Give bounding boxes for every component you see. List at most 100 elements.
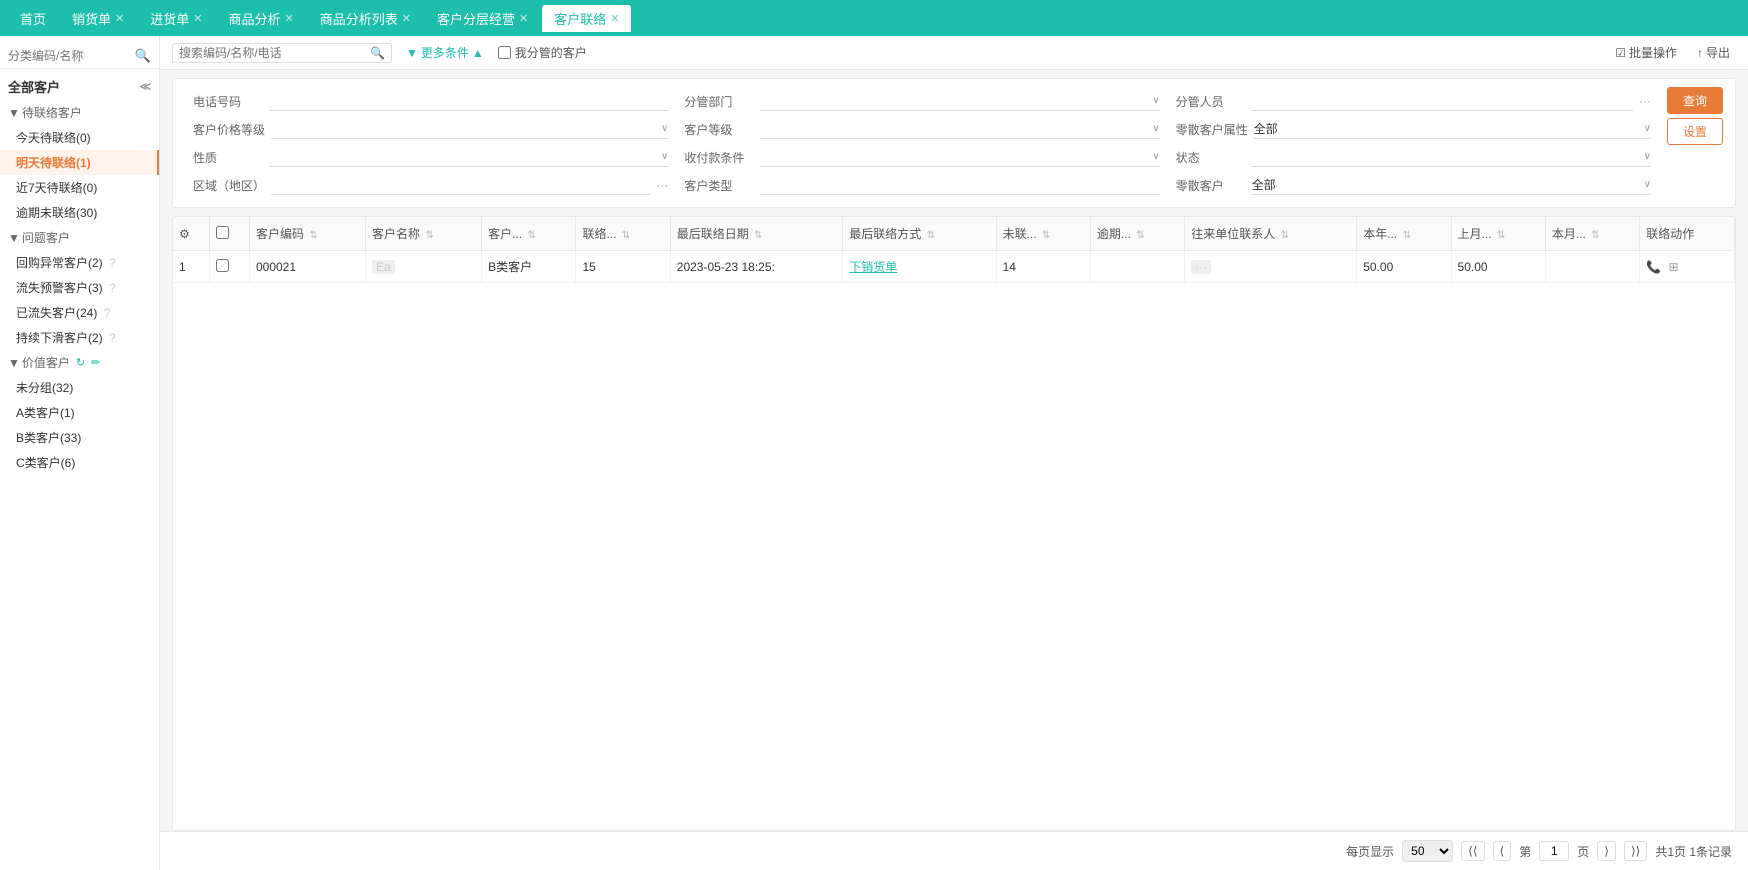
customer-level-select[interactable]: ∨: [760, 119, 1159, 139]
select-all-checkbox[interactable]: [216, 226, 229, 239]
arrow-icon: ▼: [8, 106, 20, 120]
sidebar-search-input[interactable]: [8, 49, 135, 63]
reset-button[interactable]: 设置: [1667, 118, 1723, 145]
qr-action-icon[interactable]: ⊞: [1669, 260, 1679, 274]
collapse-icon: ≪: [139, 80, 151, 93]
top-navigation: 首页 销货单 ✕ 进货单 ✕ 商品分析 ✕ 商品分析列表 ✕ 客户分层经营 ✕ …: [0, 0, 1748, 36]
sidebar-item-class-b[interactable]: B类客户(33): [0, 425, 159, 450]
column-contact-count: 联络... ⇅: [576, 217, 670, 251]
close-icon[interactable]: ✕: [519, 12, 528, 25]
my-customers-toggle[interactable]: 我分管的客户: [498, 44, 587, 61]
query-button[interactable]: 查询: [1667, 87, 1723, 114]
last-page-button[interactable]: ⟩⟩: [1624, 841, 1647, 861]
chevron-down-icon: ∨: [1152, 95, 1159, 106]
column-this-year: 本年... ⇅: [1357, 217, 1451, 251]
column-gear: ⚙: [173, 217, 209, 251]
gear-icon[interactable]: ⚙: [179, 227, 190, 241]
nav-purchase-order[interactable]: 进货单 ✕: [138, 5, 214, 32]
sidebar-item-today-pending[interactable]: 今天待联络(0): [0, 125, 159, 150]
filter-region: 区域（地区） ···: [185, 175, 676, 195]
sort-icon[interactable]: ⇅: [527, 230, 535, 241]
status-select[interactable]: ∨: [1252, 147, 1651, 167]
region-select[interactable]: [271, 175, 650, 195]
close-icon[interactable]: ✕: [115, 12, 124, 25]
main-search-box[interactable]: 🔍: [172, 43, 392, 63]
export-button[interactable]: ↑ 导出: [1691, 42, 1736, 63]
row-customer-type: B类客户: [482, 251, 576, 283]
close-icon[interactable]: ✕: [193, 12, 202, 25]
phone-input[interactable]: [269, 92, 668, 111]
person-select[interactable]: [1252, 91, 1633, 111]
per-page-select[interactable]: 50 100 200: [1402, 840, 1453, 862]
main-search-input[interactable]: [179, 46, 370, 60]
sort-icon[interactable]: ⇅: [1281, 230, 1289, 241]
info-icon: ?: [104, 306, 111, 320]
filter-row-3: 性质 ∨ 收付款条件 ∨ 状态: [185, 143, 1659, 171]
sidebar-item-churned[interactable]: 已流失客户(24) ?: [0, 300, 159, 325]
all-customers-header[interactable]: 全部客户 ≪: [0, 73, 159, 100]
nature-select[interactable]: ∨: [269, 147, 668, 167]
nav-customer-tier[interactable]: 客户分层经营 ✕: [425, 5, 540, 32]
nav-sales-order[interactable]: 销货单 ✕: [60, 5, 136, 32]
sidebar-item-class-c[interactable]: C类客户(6): [0, 450, 159, 475]
group-value-customers[interactable]: ▼ 价值客户 ↻ ✏: [0, 350, 159, 375]
customer-type-select[interactable]: [760, 175, 1159, 195]
sort-icon[interactable]: ⇅: [927, 230, 935, 241]
phone-action-icon[interactable]: 📞: [1646, 260, 1661, 274]
chevron-down-icon: ∨: [1644, 151, 1651, 162]
search-icon[interactable]: 🔍: [370, 46, 385, 60]
sort-icon[interactable]: ⇅: [1591, 230, 1599, 241]
row-select-checkbox[interactable]: [216, 259, 229, 272]
contact-method-link[interactable]: 下销货单: [849, 260, 897, 274]
customer-name-blurred: Ea: [372, 260, 395, 274]
dept-select[interactable]: ∨: [760, 91, 1159, 111]
first-page-button[interactable]: ⟨⟨: [1461, 841, 1484, 861]
nav-customer-contact[interactable]: 客户联络 ✕: [542, 5, 631, 32]
group-problem-customers[interactable]: ▼ 问题客户: [0, 225, 159, 250]
sort-icon[interactable]: ⇅: [1042, 230, 1050, 241]
payment-select[interactable]: ∨: [760, 147, 1159, 167]
filter-icon: ▼: [406, 46, 418, 60]
sidebar-item-class-a[interactable]: A类客户(1): [0, 400, 159, 425]
sidebar-search-icon[interactable]: 🔍: [135, 48, 151, 64]
sidebar-item-overdue-contact[interactable]: 逾期未联络(30): [0, 200, 159, 225]
prev-page-button[interactable]: ⟨: [1493, 841, 1512, 861]
page-number-input[interactable]: [1539, 841, 1569, 861]
row-unlinkdays: 14: [996, 251, 1090, 283]
close-icon[interactable]: ✕: [610, 12, 619, 25]
chevron-down-icon: ∨: [661, 123, 668, 134]
pagination: 每页显示 50 100 200 ⟨⟨ ⟨ 第 页 ⟩ ⟩⟩ 共1页 1条记录: [160, 831, 1748, 870]
sidebar-item-abnormal-repurchase[interactable]: 回购异常客户(2) ?: [0, 250, 159, 275]
more-filters-button[interactable]: ▼ 更多条件 ▲: [400, 42, 490, 63]
my-customers-checkbox[interactable]: [498, 46, 511, 59]
price-tier-select[interactable]: ∨: [271, 119, 668, 139]
sidebar-item-churn-warning[interactable]: 流失预警客户(3) ?: [0, 275, 159, 300]
next-page-button[interactable]: ⟩: [1597, 841, 1616, 861]
sort-icon[interactable]: ⇅: [1136, 230, 1144, 241]
retail-customer-select[interactable]: 全部 ∨: [1252, 175, 1651, 195]
retail-attr-select[interactable]: 全部 ∨: [1254, 119, 1651, 139]
sort-icon[interactable]: ⇅: [622, 230, 630, 241]
sidebar-item-tomorrow-pending[interactable]: 明天待联络(1): [0, 150, 159, 175]
more-options-icon[interactable]: ···: [656, 178, 668, 192]
more-options-icon[interactable]: ···: [1639, 94, 1651, 108]
arrow-icon: ▼: [8, 356, 20, 370]
sort-icon[interactable]: ⇅: [754, 230, 762, 241]
sidebar-item-7days-pending[interactable]: 近7天待联络(0): [0, 175, 159, 200]
sort-icon[interactable]: ⇅: [425, 230, 433, 241]
nav-home[interactable]: 首页: [8, 5, 58, 32]
sort-icon[interactable]: ⇅: [309, 230, 317, 241]
group-pending-contact[interactable]: ▼ 待联络客户: [0, 100, 159, 125]
batch-operations-button[interactable]: ☑ 批量操作: [1609, 42, 1683, 63]
edit-icon[interactable]: ✏: [91, 356, 100, 369]
sidebar-search-box[interactable]: 🔍: [0, 44, 159, 69]
sidebar-item-declining[interactable]: 持续下滑客户(2) ?: [0, 325, 159, 350]
close-icon[interactable]: ✕: [285, 12, 294, 25]
nav-product-analysis[interactable]: 商品分析 ✕: [216, 5, 305, 32]
sort-icon[interactable]: ⇅: [1497, 230, 1505, 241]
nav-product-analysis-list[interactable]: 商品分析列表 ✕: [308, 5, 423, 32]
refresh-icon[interactable]: ↻: [76, 356, 85, 369]
sort-icon[interactable]: ⇅: [1403, 230, 1411, 241]
sidebar-item-ungrouped[interactable]: 未分组(32): [0, 375, 159, 400]
close-icon[interactable]: ✕: [402, 12, 411, 25]
